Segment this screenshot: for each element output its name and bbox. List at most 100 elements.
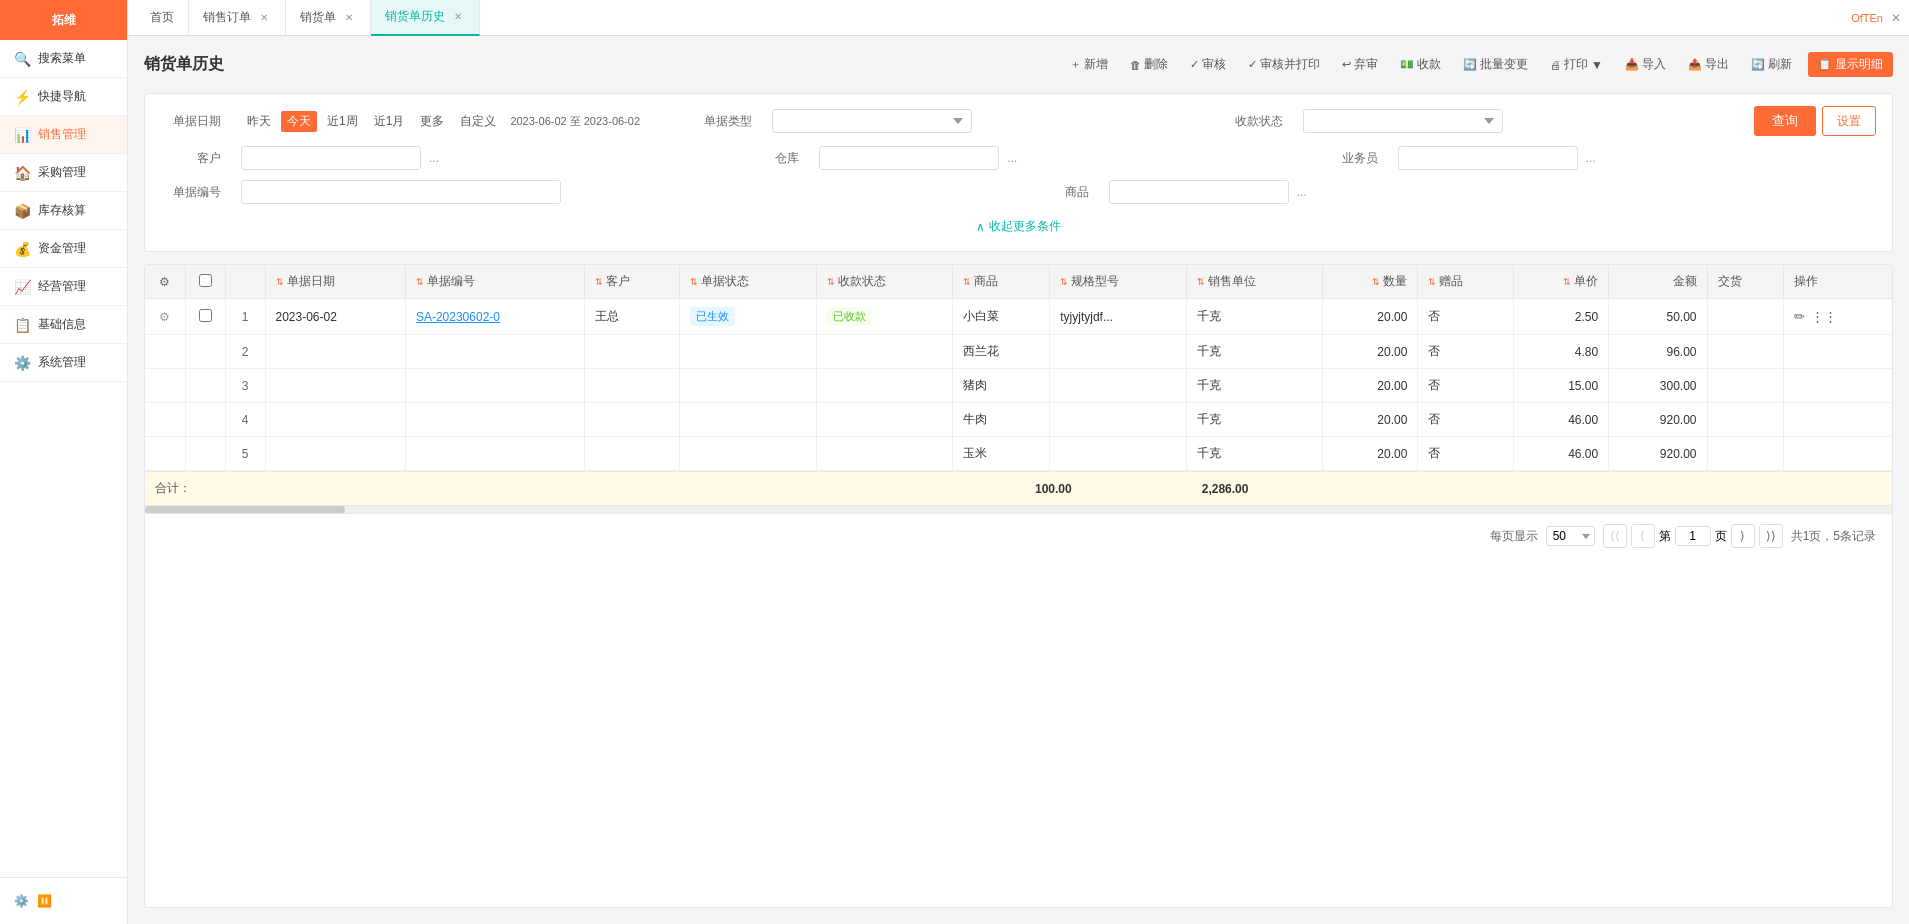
salesperson-dots[interactable]: ...: [1586, 151, 1596, 165]
cell-doc-num[interactable]: [405, 369, 584, 403]
th-qty[interactable]: ⇅ 数量: [1322, 265, 1417, 299]
export-button[interactable]: 📤 导出: [1682, 52, 1735, 77]
cell-customer: 王总: [584, 299, 679, 335]
query-button[interactable]: 查询: [1754, 106, 1816, 136]
th-unit-price[interactable]: ⇅ 单价: [1513, 265, 1608, 299]
row-num: 1: [225, 299, 265, 335]
audit-button[interactable]: ✓ 审核: [1184, 52, 1232, 77]
show-detail-button[interactable]: 📋 显示明细: [1808, 52, 1893, 77]
tab-sales-history[interactable]: 销货单历史 ✕: [371, 0, 480, 36]
th-spec[interactable]: ⇅ 规格型号: [1050, 265, 1186, 299]
th-doc-date[interactable]: ⇅ 单据日期: [265, 265, 405, 299]
goods-dots[interactable]: ...: [1297, 185, 1307, 199]
tab-sales-goods-close[interactable]: ✕: [342, 11, 356, 24]
row-num: 5: [225, 437, 265, 471]
row-checkbox[interactable]: [199, 309, 212, 322]
cell-qty: 20.00: [1322, 369, 1417, 403]
doc-num-link[interactable]: SA-20230602-0: [416, 310, 500, 324]
sidebar-item-system[interactable]: ⚙️ 系统管理: [0, 344, 127, 382]
sidebar-item-quicknav[interactable]: ⚡ 快捷导航: [0, 78, 127, 116]
th-goods[interactable]: ⇅ 商品: [953, 265, 1050, 299]
data-table: ⚙ ⇅ 单据日期: [145, 265, 1892, 471]
sidebar-item-operation[interactable]: 📈 经营管理: [0, 268, 127, 306]
horizontal-scrollbar[interactable]: [145, 505, 1892, 513]
cell-doc-num[interactable]: [405, 335, 584, 369]
prev-page-button[interactable]: ⟨: [1631, 524, 1655, 548]
batch-change-button[interactable]: 🔄 批量变更: [1457, 52, 1534, 77]
row-num: 4: [225, 403, 265, 437]
collapse-button[interactable]: ∧ 收起更多条件: [972, 214, 1065, 239]
cell-spec: tyjyjtyjdf...: [1050, 299, 1186, 335]
cell-doc-num[interactable]: [405, 403, 584, 437]
sidebar-item-purchase[interactable]: 🏠 采购管理: [0, 154, 127, 192]
cell-gift: 否: [1418, 299, 1513, 335]
tab-sales-goods[interactable]: 销货单 ✕: [286, 0, 371, 36]
filter-row-2: 客户 ... 仓库 ... 业务员 ...: [161, 146, 1876, 170]
doc-num-input[interactable]: [241, 180, 561, 204]
th-doc-status[interactable]: ⇅ 单据状态: [680, 265, 816, 299]
cell-unit: 千克: [1186, 335, 1322, 369]
audit-print-button[interactable]: ✓ 审核并打印: [1242, 52, 1326, 77]
doc-type-select[interactable]: [772, 109, 972, 133]
date-tab-today[interactable]: 今天: [281, 111, 317, 132]
date-tab-more[interactable]: 更多: [414, 111, 450, 132]
sidebar-item-finance[interactable]: 💰 资金管理: [0, 230, 127, 268]
tab-sales-history-close[interactable]: ✕: [451, 10, 465, 23]
cell-amount: 50.00: [1609, 299, 1707, 335]
th-doc-num[interactable]: ⇅ 单据编号: [405, 265, 584, 299]
batch-change-icon: 🔄: [1463, 58, 1477, 71]
date-tab-yesterday[interactable]: 昨天: [241, 111, 277, 132]
sidebar-item-basic[interactable]: 📋 基础信息: [0, 306, 127, 344]
sidebar-item-sales[interactable]: 📊 销售管理: [0, 116, 127, 154]
warehouse-input[interactable]: [819, 146, 999, 170]
date-tab-last30[interactable]: 近1月: [368, 111, 411, 132]
sidebar-item-inventory[interactable]: 📦 库存核算: [0, 192, 127, 230]
refresh-button[interactable]: 🔄 刷新: [1745, 52, 1798, 77]
abandon-button[interactable]: ↩ 弃审: [1336, 52, 1384, 77]
th-collect-status[interactable]: ⇅ 收款状态: [816, 265, 952, 299]
set-button[interactable]: 设置: [1822, 106, 1876, 136]
cell-qty: 20.00: [1322, 437, 1417, 471]
goods-input[interactable]: [1109, 180, 1289, 204]
th-customer[interactable]: ⇅ 客户: [584, 265, 679, 299]
cell-doc-num[interactable]: SA-20230602-0: [405, 299, 584, 335]
cell-doc-num[interactable]: [405, 437, 584, 471]
add-button[interactable]: ＋ 新增: [1064, 52, 1114, 77]
tab-sales-order[interactable]: 销售订单 ✕: [189, 0, 286, 36]
cell-actions: ✏ ⋮⋮: [1784, 299, 1892, 335]
cell-unit-price: 46.00: [1513, 437, 1608, 471]
print-button[interactable]: 🖨 打印 ▼: [1544, 52, 1609, 77]
import-button[interactable]: 📥 导入: [1619, 52, 1672, 77]
more-action-icon[interactable]: ⋮⋮: [1811, 309, 1837, 324]
last-page-button[interactable]: ⟩⟩: [1759, 524, 1783, 548]
collect-status-select[interactable]: [1303, 109, 1503, 133]
edit-action-icon[interactable]: ✏: [1794, 309, 1805, 324]
cell-collect-status: [816, 335, 952, 369]
table-settings-icon[interactable]: ⚙: [159, 275, 170, 289]
warehouse-dots[interactable]: ...: [1007, 151, 1017, 165]
customer-dots[interactable]: ...: [429, 151, 439, 165]
page-input[interactable]: [1675, 526, 1711, 546]
select-all-checkbox[interactable]: [199, 274, 212, 287]
main-area: 首页 销售订单 ✕ 销货单 ✕ 销货单历史 ✕ OfTEn ✕ 销货单历史 ＋ …: [128, 0, 1909, 924]
customer-input[interactable]: [241, 146, 421, 170]
tab-home[interactable]: 首页: [136, 0, 189, 36]
close-all-btn[interactable]: ✕: [1891, 11, 1901, 25]
next-page-button[interactable]: ⟩: [1731, 524, 1755, 548]
sidebar-item-search[interactable]: 🔍 搜索菜单: [0, 40, 127, 78]
sidebar-settings-btn[interactable]: ⚙️ ⏸️: [0, 886, 127, 916]
collect-button[interactable]: 💵 收款: [1394, 52, 1447, 77]
sort-unit-price-icon: ⇅: [1563, 277, 1571, 287]
per-page-select[interactable]: 50 100 200: [1546, 526, 1595, 546]
salesperson-input[interactable]: [1398, 146, 1578, 170]
row-settings-icon[interactable]: ⚙: [159, 310, 170, 324]
tab-sales-order-close[interactable]: ✕: [257, 11, 271, 24]
cell-unit-price: 15.00: [1513, 369, 1608, 403]
cell-actions: [1784, 369, 1892, 403]
th-gift[interactable]: ⇅ 赠品: [1418, 265, 1513, 299]
delete-button[interactable]: 🗑 删除: [1124, 52, 1174, 77]
date-tab-last7[interactable]: 近1周: [321, 111, 364, 132]
date-tab-custom[interactable]: 自定义: [454, 111, 502, 132]
th-unit[interactable]: ⇅ 销售单位: [1186, 265, 1322, 299]
first-page-button[interactable]: ⟨⟨: [1603, 524, 1627, 548]
